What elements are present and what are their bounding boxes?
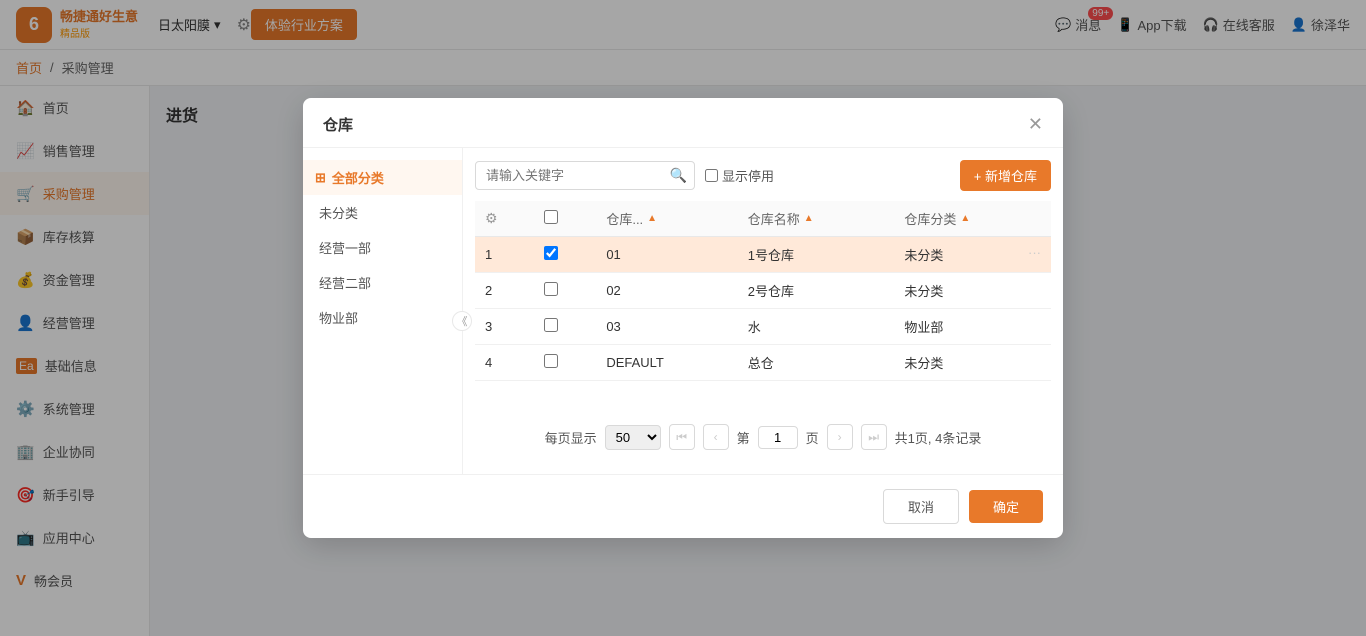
row-name: 1号仓库: [738, 237, 895, 273]
category-item-1[interactable]: 经营一部: [303, 230, 462, 265]
category-item-label-3: 物业部: [319, 311, 358, 326]
category-all-label: 全部分类: [332, 168, 384, 187]
row-checkbox[interactable]: [534, 309, 596, 345]
category-item-2[interactable]: 经营二部: [303, 265, 462, 300]
col-category: 仓库分类 ▲: [894, 201, 1051, 237]
table-panel: 🔍 显示停用 + 新增仓库 ⚙ 仓库... ▲: [463, 148, 1063, 474]
last-page-btn[interactable]: ⏭: [861, 424, 887, 450]
search-input[interactable]: [475, 161, 695, 190]
modal-footer: 取消 确定: [303, 474, 1063, 538]
row-category: 未分类: [894, 273, 1051, 309]
table-row[interactable]: 3 03 水 物业部: [475, 309, 1051, 345]
next-page-btn[interactable]: ›: [827, 424, 853, 450]
first-page-btn[interactable]: ⏮: [669, 424, 695, 450]
cancel-btn[interactable]: 取消: [883, 489, 959, 524]
col-code-label: 仓库...: [606, 209, 643, 228]
col-name-label: 仓库名称: [748, 209, 800, 228]
show-disabled-check[interactable]: [705, 169, 718, 182]
row-checkbox[interactable]: [534, 345, 596, 381]
search-icon[interactable]: 🔍: [670, 167, 687, 184]
table-row[interactable]: 2 02 2号仓库 未分类: [475, 273, 1051, 309]
row-num: 3: [475, 309, 534, 345]
category-all[interactable]: ⊞ 全部分类: [303, 160, 462, 195]
row-more-icon[interactable]: ···: [1028, 245, 1041, 260]
modal-header: 仓库 ✕: [303, 98, 1063, 148]
category-panel: ⊞ 全部分类 未分类 经营一部 经营二部 物业部 《: [303, 148, 463, 474]
table-row[interactable]: 4 DEFAULT 总仓 未分类: [475, 345, 1051, 381]
row-num: 2: [475, 273, 534, 309]
select-all-checkbox[interactable]: [544, 210, 558, 224]
row-code: 01: [596, 237, 737, 273]
row-code: DEFAULT: [596, 345, 737, 381]
search-wrap: 🔍: [475, 161, 695, 190]
sort-icon-category: ▲: [960, 213, 970, 224]
category-item-0[interactable]: 未分类: [303, 195, 462, 230]
table-gear-icon[interactable]: ⚙: [485, 210, 498, 226]
row-num: 1: [475, 237, 534, 273]
pagination-bar: 每页显示 102050100 ⏮ ‹ 第 页 › ⏭ 共1页, 4条记录: [475, 412, 1051, 462]
page-input[interactable]: [758, 426, 798, 449]
category-item-label-2: 经营二部: [319, 276, 371, 291]
row-category: 物业部: [894, 309, 1051, 345]
page-label: 第: [737, 428, 750, 447]
row-category: 未分类 ···: [894, 237, 1051, 273]
row-name: 总仓: [738, 345, 895, 381]
page-suffix: 页: [806, 428, 819, 447]
col-checkbox: [534, 201, 596, 237]
modal-title: 仓库: [323, 114, 353, 135]
row-category: 未分类: [894, 345, 1051, 381]
category-item-3[interactable]: 物业部: [303, 300, 462, 335]
modal-body: ⊞ 全部分类 未分类 经营一部 经营二部 物业部 《 🔍: [303, 148, 1063, 474]
table-row[interactable]: 1 01 1号仓库 未分类 ···: [475, 237, 1051, 273]
table-toolbar: 🔍 显示停用 + 新增仓库: [475, 160, 1051, 191]
row-num: 4: [475, 345, 534, 381]
col-code: 仓库... ▲: [596, 201, 737, 237]
add-warehouse-btn[interactable]: + 新增仓库: [960, 160, 1051, 191]
category-item-label-0: 未分类: [319, 206, 358, 221]
page-total: 共1页, 4条记录: [895, 428, 982, 447]
category-collapse-btn[interactable]: 《: [452, 311, 472, 331]
col-gear: ⚙: [475, 201, 534, 237]
row-name: 2号仓库: [738, 273, 895, 309]
confirm-btn[interactable]: 确定: [969, 490, 1043, 523]
warehouse-table: ⚙ 仓库... ▲ 仓库名称 ▲: [475, 201, 1051, 381]
category-item-label-1: 经营一部: [319, 241, 371, 256]
sort-icon-name: ▲: [804, 213, 814, 224]
per-page-select[interactable]: 102050100: [605, 425, 661, 450]
col-category-label: 仓库分类: [904, 209, 956, 228]
grid-icon: ⊞: [315, 170, 326, 186]
sort-icon-code: ▲: [647, 213, 657, 224]
per-page-label: 每页显示: [545, 428, 597, 447]
modal-close-btn[interactable]: ✕: [1028, 114, 1043, 135]
row-code: 02: [596, 273, 737, 309]
row-checkbox[interactable]: [534, 237, 596, 273]
row-code: 03: [596, 309, 737, 345]
show-disabled-label-text: 显示停用: [722, 166, 774, 185]
show-disabled-checkbox[interactable]: 显示停用: [705, 166, 774, 185]
prev-page-btn[interactable]: ‹: [703, 424, 729, 450]
col-name: 仓库名称 ▲: [738, 201, 895, 237]
row-checkbox[interactable]: [534, 273, 596, 309]
warehouse-modal: 仓库 ✕ ⊞ 全部分类 未分类 经营一部 经营二部 物业部 《: [303, 98, 1063, 538]
row-name: 水: [738, 309, 895, 345]
